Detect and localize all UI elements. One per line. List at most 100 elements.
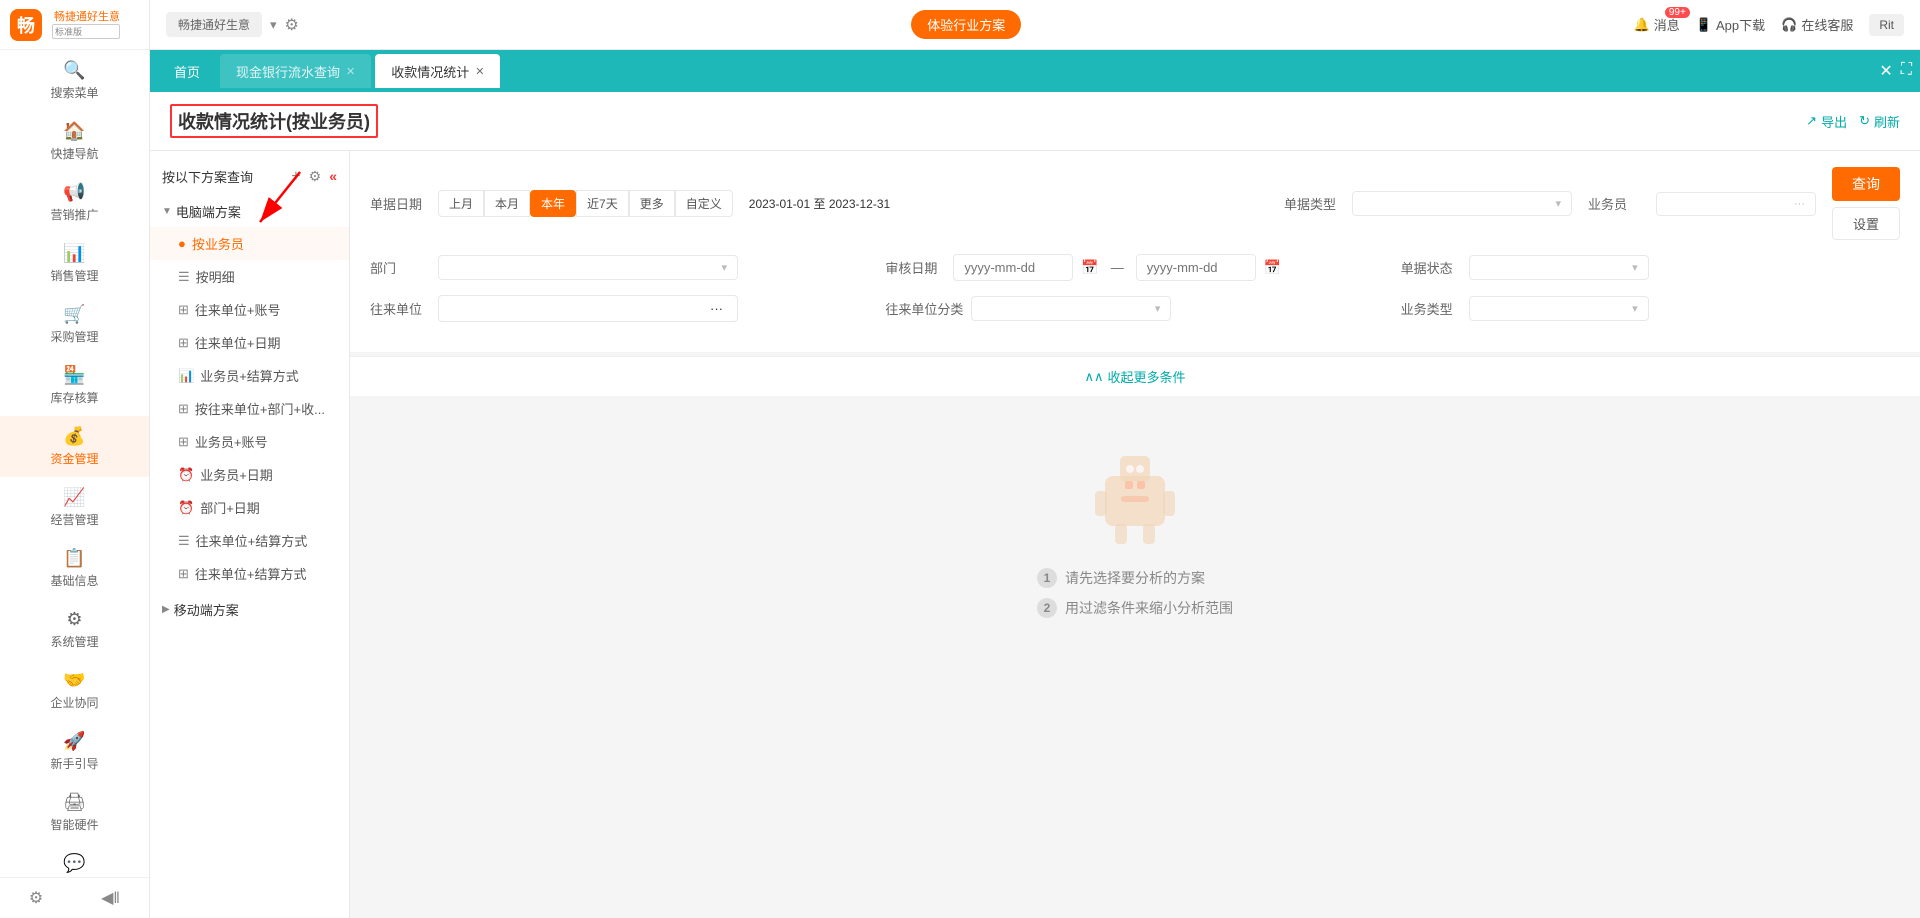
filter-row-3: 往来单位 ··· 往来单位分类 ▾ <box>370 295 1900 322</box>
period-this-month[interactable]: 本月 <box>484 190 530 217</box>
tree-item-by-salesperson[interactable]: ● 按业务员 <box>150 227 349 260</box>
bill-type-chevron-icon: ▾ <box>1555 197 1561 210</box>
tree-item-salesperson-account[interactable]: ⊞ 业务员+账号 <box>150 425 349 458</box>
sidebar-settings-btn[interactable]: ⚙ <box>29 888 43 908</box>
partner-select[interactable]: ··· <box>438 295 738 322</box>
logo-icon: 畅 <box>10 9 42 41</box>
collapse-panel-icon[interactable]: « <box>329 168 337 186</box>
tree-item-salesperson-date[interactable]: ⏰ 业务员+日期 <box>150 458 349 491</box>
approval-date-from-input[interactable] <box>953 254 1073 281</box>
tabbar: 首页 现金银行流水查询 ✕ 收款情况统计 ✕ ✕ ⛶ <box>150 50 1920 92</box>
filter-row-1: 单据日期 上月 本月 本年 近7天 更多 自定义 2023-01-01 至 20… <box>370 167 1900 240</box>
tree-item-partner-dept-collect[interactable]: ⊞ 按往来单位+部门+收... <box>150 392 349 425</box>
topbar-app-btn[interactable]: 📱 App下载 <box>1696 15 1765 34</box>
right-filter-panel: 单据日期 上月 本月 本年 近7天 更多 自定义 2023-01-01 至 20… <box>350 151 1920 918</box>
sidebar-item-search-menu[interactable]: 🔍 搜索菜单 <box>0 50 149 111</box>
trial-button[interactable]: 体验行业方案 <box>911 10 1021 39</box>
approval-date-to-cal-icon[interactable]: 📅 <box>1264 259 1281 276</box>
tree-item-by-detail[interactable]: ☰ 按明细 <box>150 260 349 293</box>
wechat-icon: 💬 <box>63 853 85 874</box>
marketing-icon: 📢 <box>63 182 85 203</box>
topbar-gear-icon[interactable]: ⚙ <box>285 15 299 35</box>
bill-status-select[interactable]: ▾ <box>1469 255 1649 280</box>
partner-account-icon: ⊞ <box>178 302 189 318</box>
add-scheme-icon[interactable]: + <box>291 168 300 186</box>
tree-item-salesperson-settle[interactable]: 📊 业务员+结算方式 <box>150 359 349 392</box>
operation-icon: 📈 <box>63 487 85 508</box>
sidebar-item-system[interactable]: ⚙ 系统管理 <box>0 599 149 660</box>
export-icon: ↗ <box>1806 113 1817 129</box>
period-last-7days[interactable]: 近7天 <box>576 190 629 217</box>
business-type-select[interactable]: ▾ <box>1469 296 1649 321</box>
period-this-year[interactable]: 本年 <box>530 190 576 217</box>
period-last-month[interactable]: 上月 <box>438 190 484 217</box>
empty-tips: 1 请先选择要分析的方案 2 用过滤条件来缩小分析范围 <box>1037 568 1233 618</box>
filter-item-business-type: 业务类型 ▾ <box>1401 296 1900 321</box>
tab-close-bank-flow[interactable]: ✕ <box>346 65 355 78</box>
finance-icon: 💰 <box>63 426 85 447</box>
collapse-up-icon: ∧∧ <box>1084 369 1103 385</box>
empty-tip-1: 1 请先选择要分析的方案 <box>1037 568 1233 588</box>
bill-type-select[interactable]: ▾ <box>1352 191 1572 216</box>
tree-item-partner-settle2[interactable]: ⊞ 往来单位+结算方式 <box>150 557 349 590</box>
by-detail-icon: ☰ <box>178 269 190 285</box>
topbar-user-btn[interactable]: Rit <box>1869 14 1904 36</box>
tree-item-partner-account[interactable]: ⊞ 往来单位+账号 <box>150 293 349 326</box>
scheme-settings-icon[interactable]: ⚙ <box>309 168 322 186</box>
sidebar-item-operation[interactable]: 📈 经营管理 <box>0 477 149 538</box>
sidebar-item-inventory[interactable]: 🏪 库存核算 <box>0 355 149 416</box>
tab-collection-stats[interactable]: 收款情况统计 ✕ <box>375 54 500 88</box>
basic-info-icon: 📋 <box>63 548 85 569</box>
tree-item-partner-date[interactable]: ⊞ 往来单位+日期 <box>150 326 349 359</box>
sidebar-item-sales[interactable]: 📊 销售管理 <box>0 233 149 294</box>
settings-button[interactable]: 设置 <box>1832 207 1900 240</box>
panel-header-icons: + ⚙ « <box>291 168 337 186</box>
sidebar-item-enterprise[interactable]: 🤝 企业协同 <box>0 660 149 721</box>
page-header: 收款情况统计(按业务员) ↗ 导出 ↻ 刷新 <box>150 92 1920 151</box>
sidebar-item-quick-nav[interactable]: 🏠 快捷导航 <box>0 111 149 172</box>
approval-date-from-cal-icon[interactable]: 📅 <box>1081 259 1098 276</box>
sidebar-collapse-btn[interactable]: ◀‖ <box>101 888 120 908</box>
topbar-service-btn[interactable]: 🎧 在线客服 <box>1781 15 1853 34</box>
tree-section-desktop-header[interactable]: ▼ 电脑端方案 <box>150 196 349 227</box>
tree-section-mobile-header[interactable]: ▶ 移动端方案 <box>150 594 349 625</box>
sidebar-item-finance[interactable]: 💰 资金管理 <box>0 416 149 477</box>
sidebar: 畅 畅捷通好生意 标准版 🔍 搜索菜单 🏠 快捷导航 📢 营销推广 📊 销售管理… <box>0 0 150 918</box>
salesperson-select[interactable]: ··· <box>1656 192 1816 216</box>
tab-close-collection-stats[interactable]: ✕ <box>475 65 484 78</box>
collapse-bar[interactable]: ∧∧ 收起更多条件 <box>350 356 1920 396</box>
sidebar-item-purchase[interactable]: 🛒 采购管理 <box>0 294 149 355</box>
tab-close-icon[interactable]: ✕ <box>1879 61 1892 81</box>
sidebar-item-smart-hw[interactable]: 🖨 智能硬件 <box>0 782 149 843</box>
logo-badge: 标准版 <box>52 24 120 39</box>
query-button[interactable]: 查询 <box>1832 167 1900 201</box>
approval-date-to-input[interactable] <box>1136 254 1256 281</box>
partner-label: 往来单位 <box>370 299 430 318</box>
sidebar-item-guide[interactable]: 🚀 新手引导 <box>0 721 149 782</box>
tree-item-dept-date[interactable]: ⏰ 部门+日期 <box>150 491 349 524</box>
partner-dept-collect-icon: ⊞ <box>178 401 189 417</box>
partner-category-select[interactable]: ▾ <box>971 296 1171 321</box>
tab-maximize-icon[interactable]: ⛶ <box>1901 61 1912 81</box>
sidebar-item-basic-info[interactable]: 📋 基础信息 <box>0 538 149 599</box>
refresh-button[interactable]: ↻ 刷新 <box>1859 112 1900 131</box>
period-custom[interactable]: 自定义 <box>675 190 733 217</box>
dept-select[interactable]: ▾ <box>438 255 738 280</box>
topbar-chevron-icon[interactable]: ▾ <box>270 17 277 33</box>
by-salesperson-icon: ● <box>178 236 186 251</box>
sidebar-item-marketing[interactable]: 📢 营销推广 <box>0 172 149 233</box>
export-button[interactable]: ↗ 导出 <box>1806 112 1847 131</box>
tab-bank-flow[interactable]: 现金银行流水查询 ✕ <box>220 54 371 88</box>
tree-item-partner-settle1[interactable]: ☰ 往来单位+结算方式 <box>150 524 349 557</box>
sidebar-item-wechat[interactable]: 💬 企业微信 <box>0 843 149 877</box>
partner-category-label: 往来单位分类 <box>885 299 963 318</box>
app-icon: 📱 <box>1696 17 1712 33</box>
period-more[interactable]: 更多 <box>629 190 675 217</box>
tab-home[interactable]: 首页 <box>158 54 216 88</box>
service-icon: 🎧 <box>1781 17 1797 33</box>
topbar-msg-btn[interactable]: 🔔 消息 99+ <box>1634 15 1680 34</box>
salesperson-settle-icon: 📊 <box>178 368 194 384</box>
msg-icon: 🔔 <box>1634 17 1650 33</box>
dept-chevron-icon: ▾ <box>721 261 727 274</box>
page-actions: ↗ 导出 ↻ 刷新 <box>1806 112 1900 131</box>
